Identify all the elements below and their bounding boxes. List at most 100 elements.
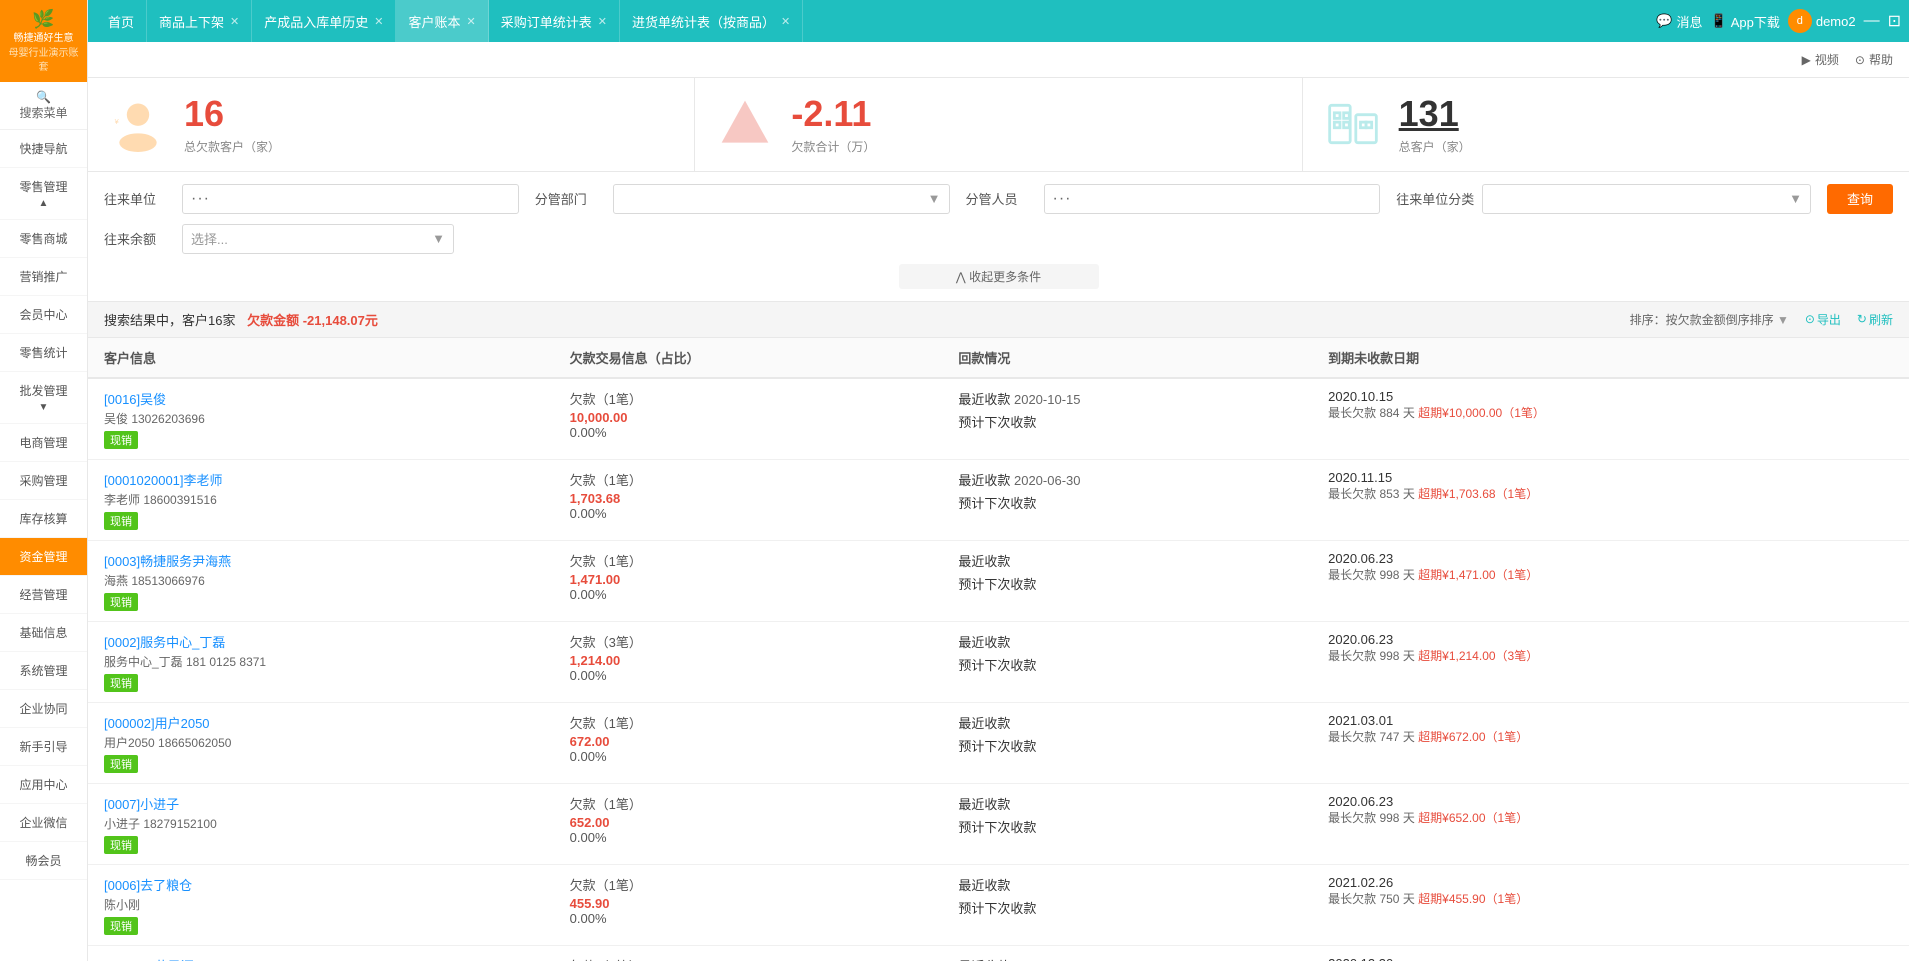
overdue-link[interactable]: 超期¥1,471.00（1笔） <box>1418 568 1538 582</box>
phone-icon: 📱 <box>1711 13 1727 29</box>
tab-customer-account[interactable]: 客户账本 ✕ <box>396 0 488 42</box>
overdue-link[interactable]: 超期¥10,000.00（1笔） <box>1418 406 1545 420</box>
sidebar-item-retail-mgmt[interactable]: 零售管理 ▲ <box>0 168 87 220</box>
close-icon[interactable]: ✕ <box>230 15 239 28</box>
sidebar-item-retail-mall[interactable]: 零售商城 <box>0 220 87 258</box>
overdue-link[interactable]: 超期¥1,703.68（1笔） <box>1418 487 1538 501</box>
filter-unit-category-label: 往来单位分类 <box>1396 189 1474 208</box>
app-download-action[interactable]: 📱 App下载 <box>1711 9 1780 33</box>
export-button[interactable]: ⊙ 导出 <box>1805 311 1841 328</box>
customer-name-link[interactable]: [0001020001]李老师 <box>104 470 538 489</box>
due-date-cell: 2020.10.15 最长欠款 884 天 超期¥10,000.00（1笔） <box>1312 378 1909 460</box>
tab-home[interactable]: 首页 <box>96 0 147 42</box>
debt-amount: 1,214.00 <box>570 653 927 668</box>
next-payment-label: 预计下次收款 <box>958 817 1296 836</box>
sidebar-item-app-center[interactable]: 应用中心 <box>0 766 87 804</box>
payment-status-cell: 最近收款 预计下次收款 <box>942 702 1312 783</box>
video-button[interactable]: ▶ 视频 <box>1802 51 1839 68</box>
sidebar-item-label: 畅会员 <box>4 852 83 869</box>
tab-product-shelf[interactable]: 商品上下架 ✕ <box>147 0 252 42</box>
window-minimize[interactable]: — <box>1864 9 1880 33</box>
sidebar-item-batch-mgmt[interactable]: 批发管理 ▼ <box>0 372 87 424</box>
balance-input[interactable]: 选择... ▼ <box>182 224 454 254</box>
from-unit-input[interactable]: ··· <box>182 184 519 214</box>
search-button[interactable]: 查询 <box>1827 184 1893 214</box>
overdue-link[interactable]: 超期¥652.00（1笔） <box>1418 811 1528 825</box>
debt-percent: 0.00% <box>570 830 927 845</box>
chevron-down-icon: ▼ <box>39 402 49 413</box>
sidebar-logo[interactable]: 🌿 畅捷通好生意 母婴行业演示账套 <box>0 0 87 82</box>
sidebar-item-system[interactable]: 系统管理 <box>0 652 87 690</box>
sidebar-item-inventory[interactable]: 库存核算 <box>0 500 87 538</box>
close-icon[interactable]: ✕ <box>598 15 607 28</box>
dept-input[interactable]: ▼ <box>613 184 950 214</box>
debt-amount: 1,471.00 <box>570 572 927 587</box>
next-payment-label: 预计下次收款 <box>958 493 1296 512</box>
sidebar-item-member[interactable]: 会员中心 <box>0 296 87 334</box>
customer-info-cell: [000001]黄思源 黄思源 13552700226 现销 <box>88 945 554 961</box>
results-actions: 排序：按欠款金额倒序排序 ▼ ⊙ 导出 ↻ 刷新 <box>1630 311 1893 328</box>
overdue-link[interactable]: 超期¥672.00（1笔） <box>1418 730 1528 744</box>
tab-label: 进货单统计表（按商品） <box>632 12 775 31</box>
message-action[interactable]: 💬 消息 <box>1656 9 1702 33</box>
sidebar-item-quick-nav[interactable]: 快捷导航 <box>0 130 87 168</box>
window-maximize[interactable]: ⊡ <box>1888 9 1901 33</box>
overdue-days: 最长欠款 884 天 超期¥10,000.00（1笔） <box>1328 404 1893 421</box>
sidebar-item-newbie[interactable]: 新手引导 <box>0 728 87 766</box>
customer-name-link[interactable]: [0003]畅捷服务尹海燕 <box>104 551 538 570</box>
collapse-toggle[interactable]: ⋀ 收起更多条件 <box>899 264 1099 289</box>
manager-input[interactable]: ··· <box>1044 184 1381 214</box>
sidebar-item-finance[interactable]: 资金管理 <box>0 538 87 576</box>
unit-category-input[interactable]: ▼ <box>1482 184 1811 214</box>
customer-name-link[interactable]: [0006]去了粮仓 <box>104 875 538 894</box>
debt-info-cell: 欠款（1笔） 1,703.68 0.00% <box>554 459 943 540</box>
balance-placeholder: 选择... <box>191 229 228 248</box>
customer-name-link[interactable]: [0007]小进子 <box>104 794 538 813</box>
customer-name-link[interactable]: [000002]用户2050 <box>104 713 538 732</box>
tab-purchase-stat-product[interactable]: 进货单统计表（按商品） ✕ <box>620 0 803 42</box>
customer-name-link[interactable]: [0002]服务中心_丁磊 <box>104 632 538 651</box>
sidebar-item-basic-info[interactable]: 基础信息 <box>0 614 87 652</box>
customer-tag: 现销 <box>104 512 138 530</box>
recent-payment-label: 最近收款 <box>958 875 1296 894</box>
sidebar-item-ecommerce[interactable]: 电商管理 <box>0 424 87 462</box>
sidebar-item-label: 基础信息 <box>4 624 83 641</box>
close-icon[interactable]: ✕ <box>781 15 790 28</box>
recent-payment-label: 最近收款 <box>958 956 1296 961</box>
topbar: 首页 商品上下架 ✕ 产成品入库单历史 ✕ 客户账本 ✕ 采购订单统计表 ✕ 进… <box>88 0 1909 42</box>
sidebar-item-enterprise[interactable]: 企业协同 <box>0 690 87 728</box>
results-bar: 搜索结果中，客户16家 欠款金额 -21,148.07元 排序：按欠款金额倒序排… <box>88 302 1909 338</box>
debt-label: 欠款（1笔） <box>570 794 927 813</box>
customer-name-link[interactable]: [0016]吴俊 <box>104 389 538 408</box>
sidebar-item-marketing[interactable]: 营销推广 <box>0 258 87 296</box>
filter-row-2: 往来余额 选择... ▼ <box>104 224 454 254</box>
sidebar-item-wechat[interactable]: 企业微信 <box>0 804 87 842</box>
close-icon[interactable]: ✕ <box>467 15 476 28</box>
overdue-link[interactable]: 超期¥455.90（1笔） <box>1418 892 1528 906</box>
customer-name-link[interactable]: [000001]黄思源 <box>104 956 538 961</box>
close-icon[interactable]: ✕ <box>374 15 383 28</box>
recent-payment-label: 最近收款 2020-10-15 <box>958 389 1296 408</box>
sidebar-item-retail-stat[interactable]: 零售统计 <box>0 334 87 372</box>
sidebar-item-label: 零售统计 <box>4 344 83 361</box>
customer-info-cell: [0016]吴俊 吴俊 13026203696 现销 <box>88 378 554 460</box>
tab-production-history[interactable]: 产成品入库单历史 ✕ <box>252 0 396 42</box>
overdue-link[interactable]: 超期¥1,214.00（3笔） <box>1418 649 1538 663</box>
sidebar-item-vip[interactable]: 畅会员 <box>0 842 87 880</box>
debt-info-cell: 欠款（3笔） 1,214.00 0.00% <box>554 621 943 702</box>
logo-subtitle: 母婴行业演示账套 <box>9 48 79 73</box>
sidebar-item-label: 零售管理 <box>4 178 83 195</box>
col-due-date: 到期未收款日期 <box>1312 338 1909 378</box>
refresh-button[interactable]: ↻ 刷新 <box>1857 311 1893 328</box>
help-button[interactable]: ⊙ 帮助 <box>1855 51 1893 68</box>
table-row: [0016]吴俊 吴俊 13026203696 现销 欠款（1笔） 10,000… <box>88 378 1909 460</box>
tab-label: 产成品入库单历史 <box>264 12 368 31</box>
user-action[interactable]: d demo2 <box>1788 9 1856 33</box>
sidebar-item-label: 经营管理 <box>4 586 83 603</box>
sidebar-item-search[interactable]: 🔍 搜索菜单 <box>0 82 87 130</box>
sidebar-item-operation[interactable]: 经营管理 <box>0 576 87 614</box>
stat-icon-debt-total <box>715 94 775 154</box>
sidebar-item-purchase[interactable]: 采购管理 <box>0 462 87 500</box>
tab-purchase-order-stat[interactable]: 采购订单统计表 ✕ <box>489 0 620 42</box>
customer-info-cell: [0001020001]李老师 李老师 18600391516 现销 <box>88 459 554 540</box>
